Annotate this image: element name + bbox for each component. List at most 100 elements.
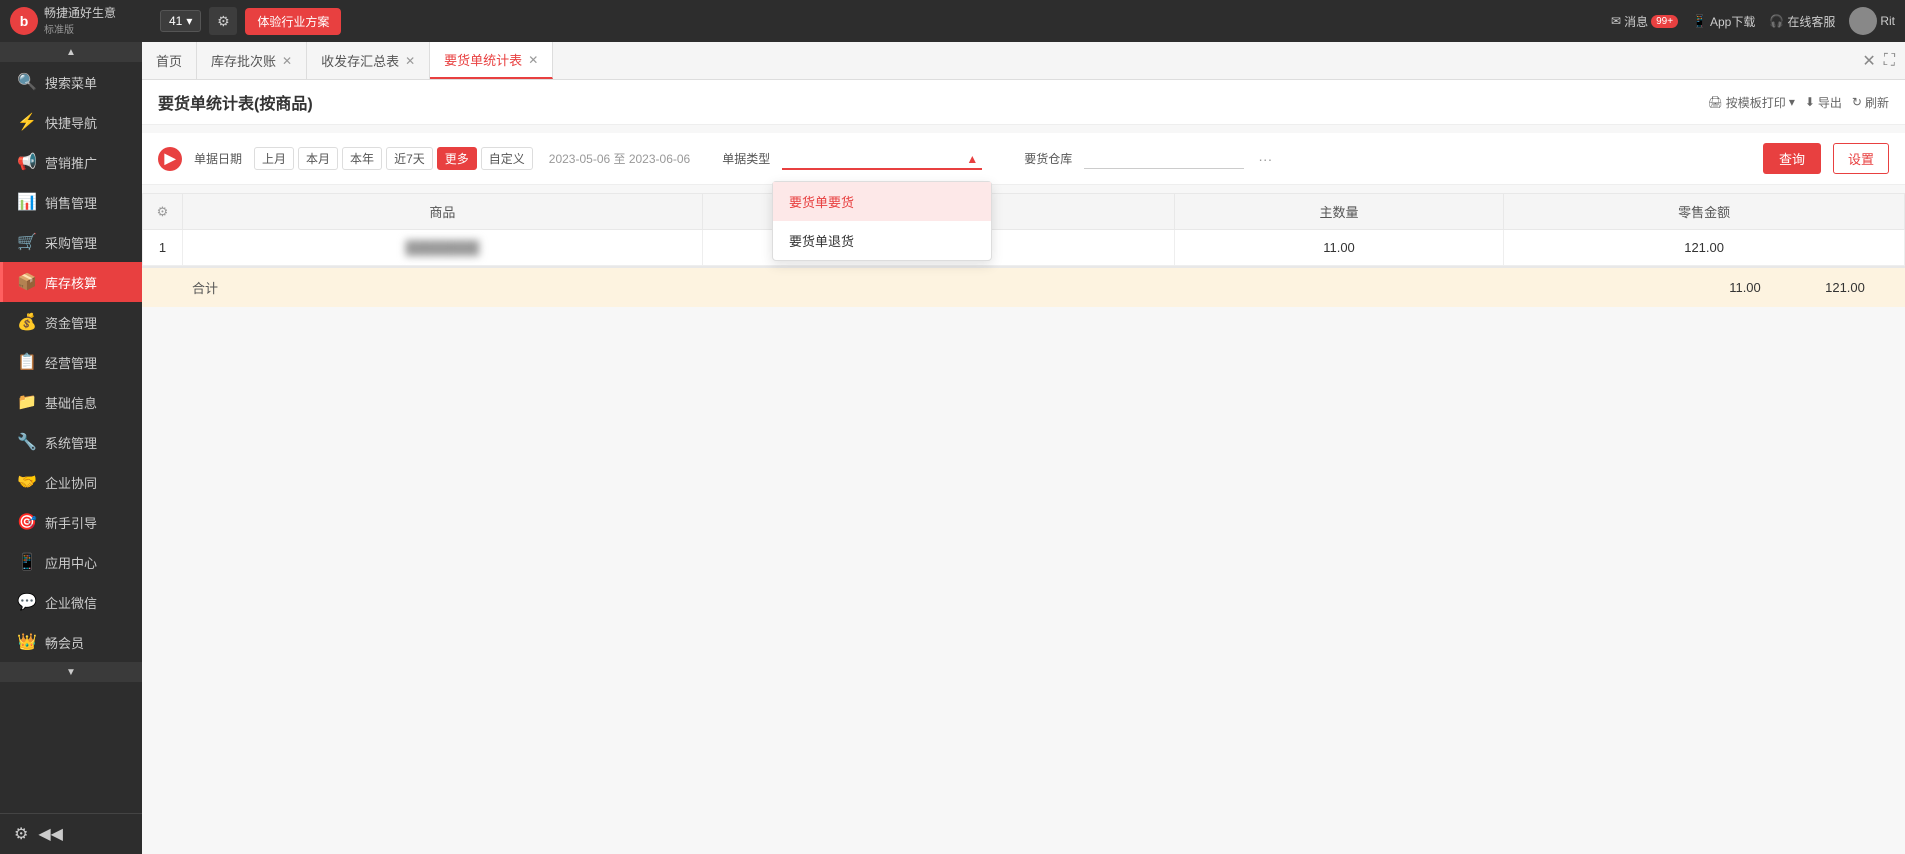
sidebar-item-label: 采购管理: [45, 233, 97, 252]
last-7days-button[interactable]: 近7天: [386, 147, 433, 170]
date-range-display: 2023-05-06 至 2023-06-06: [549, 150, 690, 167]
tab-receivable-summary[interactable]: 收发存汇总表 ✕: [307, 42, 430, 79]
tab-inventory-batch-close[interactable]: ✕: [282, 54, 292, 68]
sidebar-scroll-down[interactable]: ▼: [0, 662, 142, 682]
column-settings-icon[interactable]: ⚙: [157, 204, 169, 219]
close-all-icon[interactable]: ✕: [1860, 49, 1877, 73]
curr-month-button[interactable]: 本月: [298, 147, 338, 170]
cell-seq: 1: [143, 230, 183, 266]
date-buttons: 上月 本月 本年 近7天 更多 自定义: [254, 147, 533, 170]
col-amount: 零售金额: [1504, 194, 1905, 230]
sidebar-item-guide[interactable]: 🎯 新手引导: [0, 502, 142, 542]
sidebar-item-label: 销售管理: [45, 193, 97, 212]
chevron-down-icon: ▾: [186, 14, 192, 28]
page-header: 要货单统计表(按商品) 🖨 按模板打印 ▾ ⬇ 导出 ↻ 刷新: [142, 80, 1905, 125]
sidebar-item-finance[interactable]: 💰 资金管理: [0, 302, 142, 342]
target-icon: 🎯: [17, 512, 37, 532]
warehouse-filter-input[interactable]: [1084, 148, 1244, 169]
refresh-button[interactable]: ↻ 刷新: [1852, 94, 1889, 111]
filter-expand-button[interactable]: ▶: [158, 147, 182, 171]
tab-requisition-stats-close[interactable]: ✕: [528, 53, 538, 67]
message-item[interactable]: ✉ 消息 99+: [1611, 13, 1678, 30]
app-download-item[interactable]: 📱 App下载: [1692, 13, 1755, 30]
sidebar-item-label: 搜索菜单: [45, 73, 97, 92]
page-actions: 🖨 按模板打印 ▾ ⬇ 导出 ↻ 刷新: [1708, 94, 1889, 111]
export-button[interactable]: ⬇ 导出: [1805, 94, 1842, 111]
sidebar-item-shortcut[interactable]: ⚡ 快捷导航: [0, 102, 142, 142]
tab-bar: 首页 库存批次账 ✕ 收发存汇总表 ✕ 要货单统计表 ✕ ✕ ⛶: [142, 42, 1905, 80]
col-product: 商品: [183, 194, 703, 230]
box-icon: 📦: [17, 272, 37, 292]
header-right: ✉ 消息 99+ 📱 App下载 🎧 在线客服 Rit: [1611, 7, 1895, 35]
type-dropdown: 要货单要货 要货单退货: [772, 181, 992, 261]
dropdown-item-requisition-purchase[interactable]: 要货单要货: [773, 182, 991, 221]
sidebar-item-search[interactable]: 🔍 搜索菜单: [0, 62, 142, 102]
chat-icon: 💬: [17, 592, 37, 612]
service-label: 在线客服: [1787, 13, 1835, 30]
filter-area: ▶ 单据日期 上月 本月 本年 近7天 更多 自定义 2023-05-06 至 …: [142, 133, 1905, 185]
summary-row: 合计 11.00 121.00: [142, 266, 1905, 307]
sidebar-item-purchase[interactable]: 🛒 采购管理: [0, 222, 142, 262]
tab-inventory-batch[interactable]: 库存批次账 ✕: [197, 42, 307, 79]
prev-month-button[interactable]: 上月: [254, 147, 294, 170]
tab-home-label: 首页: [156, 51, 182, 70]
message-badge: 99+: [1651, 15, 1678, 28]
summary-amount: 121.00: [1795, 280, 1895, 295]
logo-sub: 标准版: [44, 21, 116, 36]
store-selector[interactable]: 41 ▾: [160, 10, 201, 32]
type-filter-input[interactable]: [782, 148, 982, 170]
custom-date-button[interactable]: 自定义: [481, 147, 533, 170]
sidebar-item-system[interactable]: 🔧 系统管理: [0, 422, 142, 462]
sidebar-item-label: 库存核算: [45, 273, 97, 292]
content-area: 首页 库存批次账 ✕ 收发存汇总表 ✕ 要货单统计表 ✕ ✕ ⛶ 要: [142, 42, 1905, 854]
clipboard-icon: 📋: [17, 352, 37, 372]
tab-home[interactable]: 首页: [142, 42, 197, 79]
tab-requisition-stats[interactable]: 要货单统计表 ✕: [430, 42, 553, 79]
dropdown-item-requisition-return[interactable]: 要货单退货: [773, 221, 991, 260]
sidebar-item-operations[interactable]: 📋 经营管理: [0, 342, 142, 382]
message-label: 消息: [1624, 13, 1648, 30]
curr-year-button[interactable]: 本年: [342, 147, 382, 170]
user-item[interactable]: Rit: [1849, 7, 1895, 35]
avatar: [1849, 7, 1877, 35]
more-dates-button[interactable]: 更多: [437, 147, 477, 170]
service-item[interactable]: 🎧 在线客服: [1769, 13, 1835, 30]
sidebar-scroll-up[interactable]: ▲: [0, 42, 142, 62]
print-template-button[interactable]: 🖨 按模板打印 ▾: [1708, 94, 1795, 111]
sidebar: ▲ 🔍 搜索菜单 ⚡ 快捷导航 📢 营销推广 📊 销售管理 🛒 采购管理 📦 库…: [0, 42, 142, 854]
chart-icon: 📊: [17, 192, 37, 212]
lightning-icon: ⚡: [17, 112, 37, 132]
sidebar-item-enterprise[interactable]: 🤝 企业协同: [0, 462, 142, 502]
col-quantity: 主数量: [1174, 194, 1503, 230]
logo-icon: b: [10, 7, 38, 35]
column-settings-button[interactable]: 设置: [1833, 143, 1889, 174]
settings-icon[interactable]: ⚙: [209, 7, 237, 35]
sidebar-item-wechat[interactable]: 💬 企业微信: [0, 582, 142, 622]
cell-amount: 121.00: [1504, 230, 1905, 266]
sidebar-settings-icon[interactable]: ⚙: [14, 824, 28, 844]
tab-receivable-summary-close[interactable]: ✕: [405, 54, 415, 68]
message-icon: ✉: [1611, 14, 1621, 28]
sidebar-item-app-center[interactable]: 📱 应用中心: [0, 542, 142, 582]
sidebar-item-marketing[interactable]: 📢 营销推广: [0, 142, 142, 182]
sidebar-item-member[interactable]: 👑 畅会员: [0, 622, 142, 662]
export-label: 导出: [1818, 94, 1842, 111]
app-label: App下载: [1710, 13, 1755, 30]
warehouse-filter-label: 要货仓库: [1024, 150, 1072, 167]
sidebar-item-base[interactable]: 📁 基础信息: [0, 382, 142, 422]
crown-icon: 👑: [17, 632, 37, 652]
logo-area: b 畅捷通好生意 标准版: [10, 6, 150, 35]
refresh-label: 刷新: [1865, 94, 1889, 111]
sidebar-collapse-icon[interactable]: ◀◀: [38, 824, 63, 844]
fullscreen-icon[interactable]: ⛶: [1882, 50, 1897, 72]
sidebar-item-inventory[interactable]: 📦 库存核算: [0, 262, 142, 302]
user-label: Rit: [1880, 14, 1895, 28]
summary-quantity: 11.00: [1695, 280, 1795, 295]
query-button[interactable]: 查询: [1763, 143, 1821, 174]
sidebar-item-label: 应用中心: [45, 553, 97, 572]
sidebar-item-label: 营销推广: [45, 153, 97, 172]
sidebar-item-sales[interactable]: 📊 销售管理: [0, 182, 142, 222]
trial-button[interactable]: 体验行业方案: [245, 8, 341, 35]
warehouse-more-icon[interactable]: ···: [1258, 151, 1272, 167]
print-label: 按模板打印: [1726, 94, 1786, 111]
